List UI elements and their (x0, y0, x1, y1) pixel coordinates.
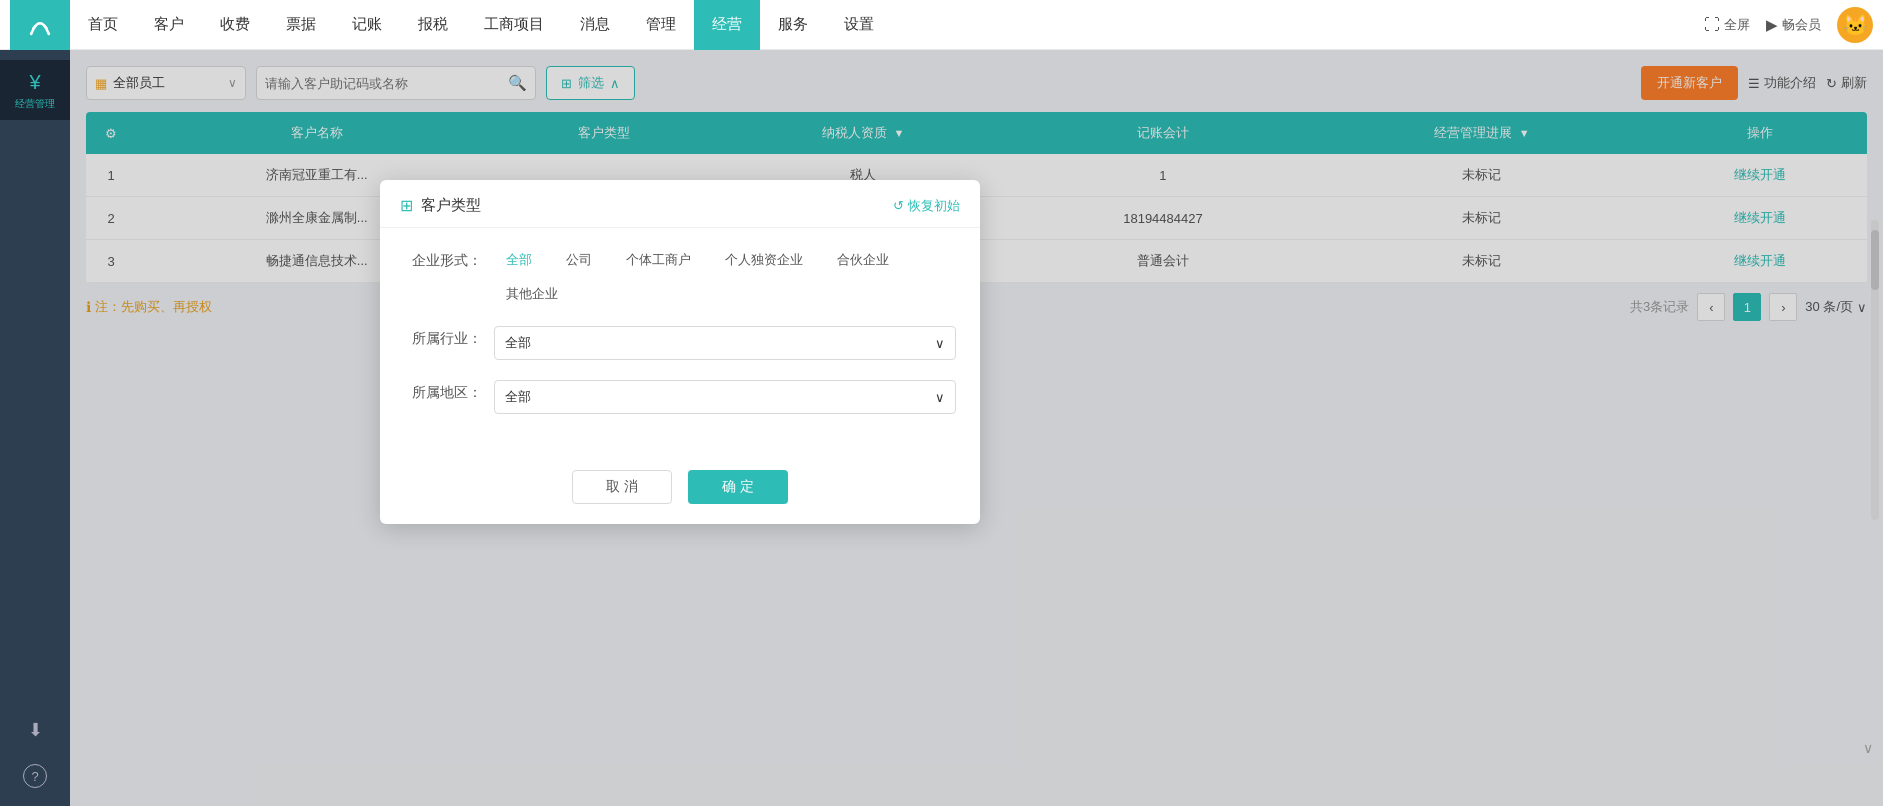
help-icon-btn[interactable]: ? (15, 756, 55, 796)
vip-label: 畅会员 (1782, 16, 1821, 34)
fullscreen-button[interactable]: ⛶ 全屏 (1704, 16, 1750, 34)
fullscreen-label: 全屏 (1724, 16, 1750, 34)
sidebar-bottom: ⬇ ? (15, 160, 55, 796)
option-partnership[interactable]: 合伙企业 (825, 248, 901, 272)
nav-business[interactable]: 工商项目 (466, 0, 562, 50)
industry-value: 全部 (505, 334, 531, 352)
nav-tax[interactable]: 报税 (400, 0, 466, 50)
option-all[interactable]: 全部 (494, 248, 544, 272)
help-icon: ? (23, 764, 47, 788)
download-icon: ⬇ (28, 719, 43, 741)
vip-icon: ▶ (1766, 16, 1778, 34)
region-select[interactable]: 全部 ∨ (494, 380, 956, 414)
modal-title-icon: ⊞ (400, 196, 413, 215)
industry-select[interactable]: 全部 ∨ (494, 326, 956, 360)
option-company[interactable]: 公司 (554, 248, 604, 272)
download-icon-btn[interactable]: ⬇ (15, 710, 55, 750)
nav-bill[interactable]: 票据 (268, 0, 334, 50)
layout: ¥ 经营管理 ⬇ ? ▦ 全部员工 ∨ 🔍 ⊞ (0, 50, 1883, 806)
option-sole[interactable]: 个人独资企业 (713, 248, 815, 272)
modal-reset-button[interactable]: ↺ 恢复初始 (893, 197, 960, 215)
modal-body: 企业形式： 全部 公司 个体工商户 个人独资企业 合伙企业 其他企业 所属行业： (380, 228, 980, 454)
sidebar: ¥ 经营管理 ⬇ ? (0, 50, 70, 806)
nav-home[interactable]: 首页 (70, 0, 136, 50)
nav-customer[interactable]: 客户 (136, 0, 202, 50)
nav-accounting[interactable]: 记账 (334, 0, 400, 50)
modal-title-text: 客户类型 (421, 196, 481, 215)
main-content: ▦ 全部员工 ∨ 🔍 ⊞ 筛选 ∧ 开通新客户 ☰ 功能介绍 ↻ (70, 50, 1883, 806)
region-select-wrap: 全部 ∨ (494, 380, 956, 414)
nav-message[interactable]: 消息 (562, 0, 628, 50)
money-icon: ¥ (29, 71, 40, 94)
industry-label: 所属行业： (404, 326, 494, 348)
region-row: 所属地区： 全部 ∨ (404, 380, 956, 414)
sidebar-item-label: 经营管理 (15, 98, 55, 110)
nav-operation[interactable]: 经营 (694, 0, 760, 50)
vip-button[interactable]: ▶ 畅会员 (1766, 16, 1821, 34)
enterprise-options: 全部 公司 个体工商户 个人独资企业 合伙企业 其他企业 (494, 248, 956, 306)
filter-modal: ⊞ 客户类型 ↺ 恢复初始 企业形式： 全部 公司 (380, 180, 980, 524)
nav-right: ⛶ 全屏 ▶ 畅会员 🐱 (1704, 7, 1873, 43)
nav-items: 首页 客户 收费 票据 记账 报税 工商项目 消息 管理 经营 服务 设置 (70, 0, 1704, 50)
region-label: 所属地区： (404, 380, 494, 402)
reset-label: 恢复初始 (908, 197, 960, 215)
sidebar-item-operation[interactable]: ¥ 经营管理 (0, 60, 70, 120)
top-nav: 首页 客户 收费 票据 记账 报税 工商项目 消息 管理 经营 服务 设置 ⛶ … (0, 0, 1883, 50)
region-chevron-icon: ∨ (935, 390, 945, 405)
option-other[interactable]: 其他企业 (494, 282, 570, 306)
confirm-button[interactable]: 确 定 (688, 470, 788, 504)
logo (10, 0, 70, 50)
avatar[interactable]: 🐱 (1837, 7, 1873, 43)
nav-settings[interactable]: 设置 (826, 0, 892, 50)
industry-select-wrap: 全部 ∨ (494, 326, 956, 360)
nav-manage[interactable]: 管理 (628, 0, 694, 50)
option-individual[interactable]: 个体工商户 (614, 248, 703, 272)
modal-header: ⊞ 客户类型 ↺ 恢复初始 (380, 180, 980, 228)
region-value: 全部 (505, 388, 531, 406)
fullscreen-icon: ⛶ (1704, 16, 1720, 34)
modal-footer: 取 消 确 定 (380, 454, 980, 524)
enterprise-form-label: 企业形式： (404, 248, 494, 270)
industry-row: 所属行业： 全部 ∨ (404, 326, 956, 360)
modal-overlay[interactable]: ⊞ 客户类型 ↺ 恢复初始 企业形式： 全部 公司 (70, 50, 1883, 806)
enterprise-form-row: 企业形式： 全部 公司 个体工商户 个人独资企业 合伙企业 其他企业 (404, 248, 956, 306)
nav-service[interactable]: 服务 (760, 0, 826, 50)
modal-title: ⊞ 客户类型 (400, 196, 481, 215)
reset-icon: ↺ (893, 198, 904, 213)
cancel-button[interactable]: 取 消 (572, 470, 672, 504)
industry-chevron-icon: ∨ (935, 336, 945, 351)
nav-fee[interactable]: 收费 (202, 0, 268, 50)
